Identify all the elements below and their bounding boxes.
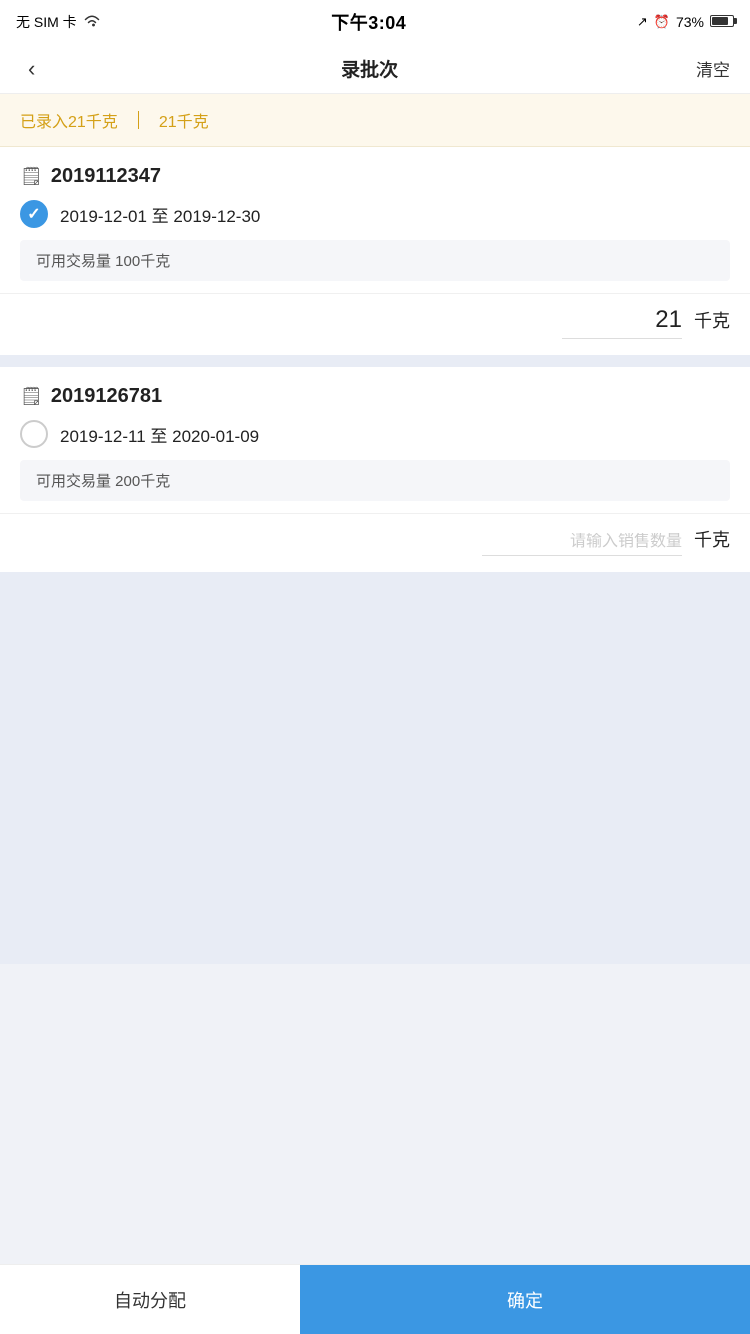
batch-2-date-row: 2019-12-11 至 2020-01-09 (0, 414, 750, 456)
auto-distribute-button[interactable]: 自动分配 (0, 1265, 300, 1334)
batch-1-quantity-row: 千克 (0, 293, 750, 355)
status-time: 下午3:04 (331, 9, 406, 35)
batch-2-header: 🗒 2019126781 (0, 367, 750, 414)
location-icon: ↗ (637, 14, 648, 30)
batch-2-quantity-input[interactable] (482, 533, 682, 551)
batch-2-quantity-underline (482, 533, 682, 556)
batch-1-quantity-underline (562, 306, 682, 339)
confirm-button[interactable]: 确定 (300, 1265, 750, 1334)
batch-1-header: 🗒 2019112347 (0, 147, 750, 194)
alarm-icon: ⏰ (654, 14, 670, 30)
batch-separator-1 (0, 355, 750, 367)
carrier-label: 无 SIM 卡 (16, 12, 77, 32)
batch-1-number: 2019112347 (51, 165, 161, 188)
recorded-label: 已录入21千克 (20, 108, 118, 132)
summary-divider (138, 111, 139, 129)
batch-1-date-row: 2019-12-01 至 2019-12-30 (0, 194, 750, 236)
status-right: ↗ ⏰ 73% (637, 14, 734, 30)
status-left: 无 SIM 卡 (16, 12, 101, 32)
batch-1-available: 可用交易量 100千克 (20, 240, 730, 281)
batch-separator-2 (0, 572, 750, 584)
batch-card-1: 🗒 2019112347 2019-12-01 至 2019-12-30 可用交… (0, 147, 750, 355)
batch-1-quantity-input[interactable] (562, 306, 682, 334)
doc-icon-1: 🗒 (20, 166, 43, 187)
batch-1-date: 2019-12-01 至 2019-12-30 (60, 202, 260, 227)
bottom-actions: 自动分配 确定 (0, 1264, 750, 1334)
batch-1-unit: 千克 (694, 307, 730, 333)
status-bar: 无 SIM 卡 下午3:04 ↗ ⏰ 73% (0, 0, 750, 44)
batch-2-number: 2019126781 (51, 385, 162, 408)
battery-label: 73% (676, 14, 704, 30)
page-title: 录批次 (341, 55, 398, 82)
empty-area (0, 584, 750, 964)
doc-icon-2: 🗒 (20, 386, 43, 407)
back-button[interactable]: ‹ (20, 48, 43, 90)
summary-bar: 已录入21千克 21千克 (0, 94, 750, 147)
total-label: 21千克 (159, 108, 209, 132)
clear-button[interactable]: 清空 (696, 56, 730, 81)
nav-bar: ‹ 录批次 清空 (0, 44, 750, 94)
batch-2-date: 2019-12-11 至 2020-01-09 (60, 422, 259, 447)
batch-2-checkbox[interactable] (20, 420, 48, 448)
battery-icon (710, 14, 734, 30)
wifi-signal (83, 14, 101, 31)
batch-2-quantity-row: 千克 (0, 513, 750, 572)
batch-2-available: 可用交易量 200千克 (20, 460, 730, 501)
batch-2-unit: 千克 (694, 526, 730, 552)
batch-1-checkbox[interactable] (20, 200, 48, 228)
batch-card-2: 🗒 2019126781 2019-12-11 至 2020-01-09 可用交… (0, 367, 750, 572)
